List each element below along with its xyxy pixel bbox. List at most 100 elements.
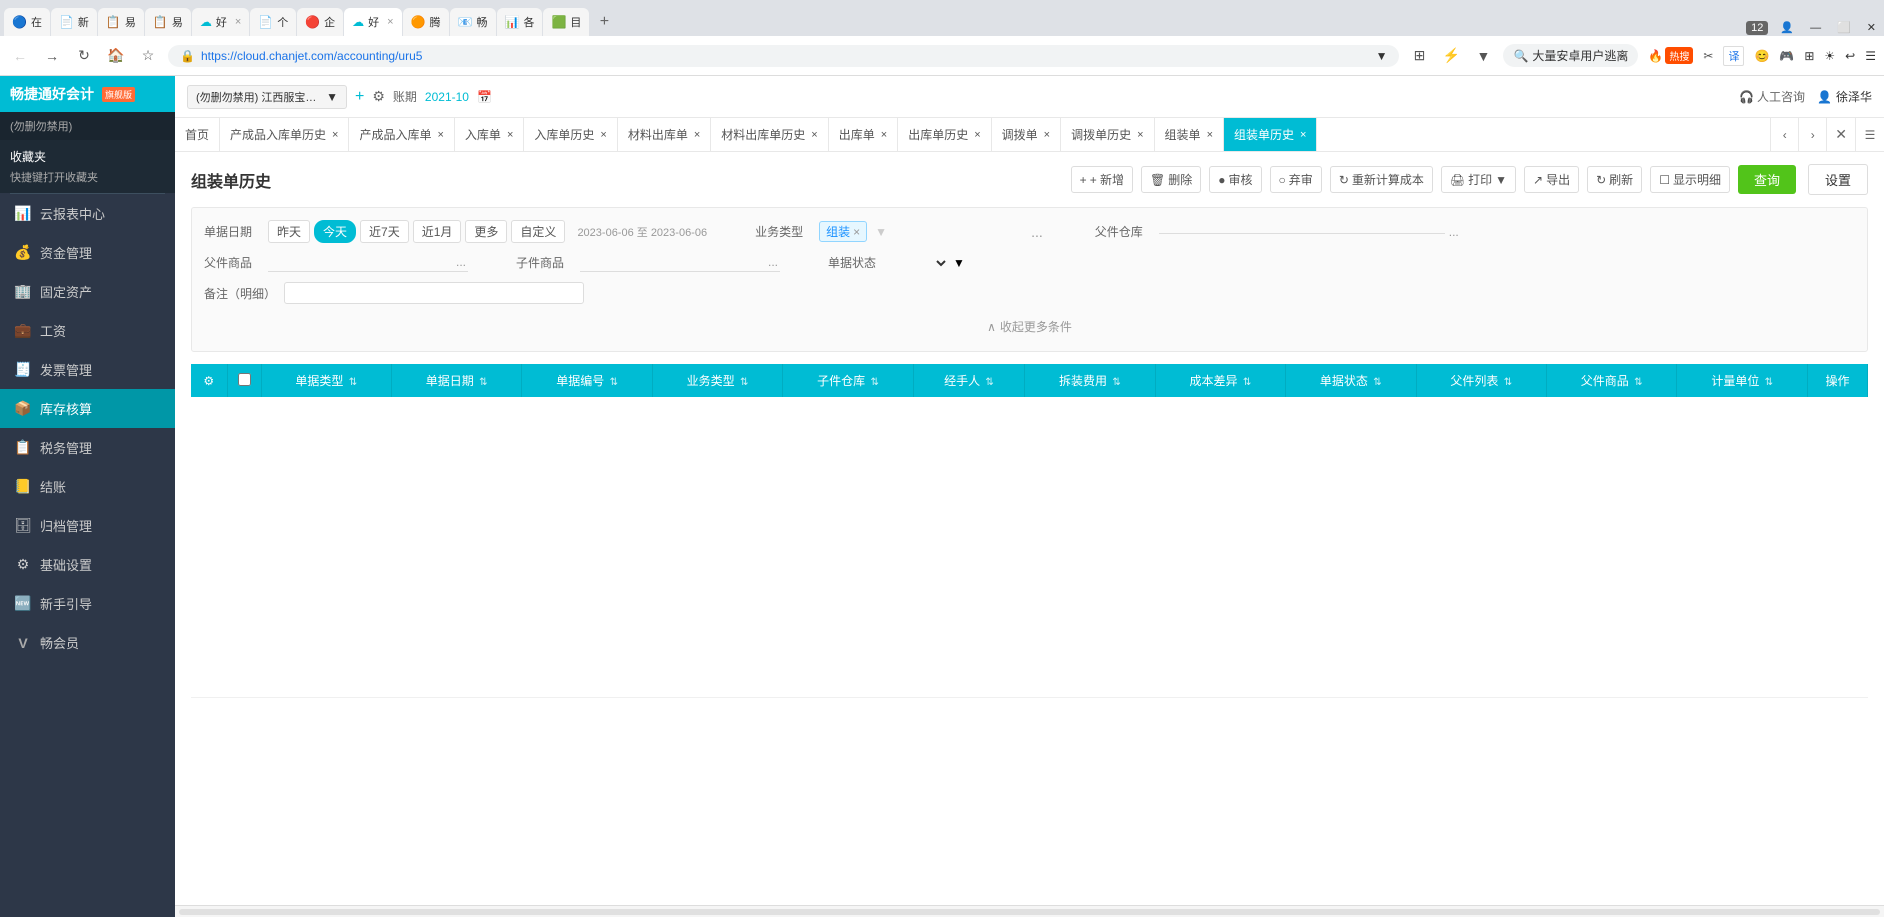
bottom-scrollbar[interactable]	[175, 905, 1884, 917]
close-out-history[interactable]: ×	[974, 129, 980, 141]
menu-icon[interactable]: ☰	[1865, 49, 1876, 63]
browser-tab-8[interactable]: ☁ 好 ×	[344, 8, 401, 36]
reload-button[interactable]: ↻	[72, 44, 96, 68]
browser-tab-12[interactable]: 🟩 目	[543, 8, 589, 36]
translate-icon[interactable]: 译	[1723, 46, 1744, 66]
col-checkbox-header[interactable]	[227, 364, 261, 397]
close-in-history[interactable]: ×	[600, 129, 606, 141]
col-bill-status-header[interactable]: 单据状态 ⇅	[1286, 364, 1416, 397]
abandon-button[interactable]: ○ 弃审	[1270, 166, 1322, 193]
collapse-button[interactable]: ∧ 收起更多条件	[204, 314, 1855, 339]
parent-goods-more-btn[interactable]: ...	[456, 255, 466, 269]
doc-tab-assemble-history[interactable]: 组装单历史 ×	[1224, 118, 1317, 152]
col-parent-list-header[interactable]: 父件列表 ⇅	[1416, 364, 1546, 397]
note-input[interactable]	[284, 282, 584, 304]
favorites-shortcut[interactable]: 快捷键打开收藏夹	[10, 169, 165, 185]
col-unit-header[interactable]: 计量单位 ⇅	[1677, 364, 1808, 397]
select-all-checkbox[interactable]	[238, 373, 251, 386]
date-btn-7days[interactable]: 近7天	[360, 220, 409, 243]
biz-tag-close[interactable]: ×	[853, 225, 860, 239]
scrollbar-track[interactable]	[179, 909, 1880, 915]
biz-dropdown-icon[interactable]: ▼	[875, 225, 887, 239]
browser-tab-5[interactable]: ☁ 好 ×	[192, 8, 249, 36]
delete-button[interactable]: 🗑 删除	[1141, 166, 1201, 193]
layout-icon[interactable]: ⊞	[1804, 49, 1814, 63]
doc-tab-in[interactable]: 入库单 ×	[455, 118, 524, 152]
period-value[interactable]: 2021-10	[425, 90, 469, 104]
browser-tab-10[interactable]: 📧 畅	[450, 8, 496, 36]
date-btn-today[interactable]: 今天	[314, 220, 356, 243]
col-child-warehouse-header[interactable]: 子件仓库 ⇅	[783, 364, 913, 397]
sidebar-item-inventory[interactable]: 📦 库存核算	[0, 389, 175, 428]
hot-search-tag[interactable]: 🔥 热搜	[1648, 47, 1693, 64]
sidebar-item-asset[interactable]: 🏢 固定资产	[0, 272, 175, 311]
doc-tab-out-history[interactable]: 出库单历史 ×	[898, 118, 991, 152]
address-dropdown[interactable]: ▼	[1376, 49, 1388, 63]
settings-button[interactable]: 设置	[1808, 164, 1868, 195]
col-biz-type-header[interactable]: 业务类型 ⇅	[652, 364, 782, 397]
sidebar-item-settings[interactable]: ⚙ 基础设置	[0, 545, 175, 584]
doc-tab-in-history[interactable]: 入库单历史 ×	[524, 118, 617, 152]
date-btn-more[interactable]: 更多	[465, 220, 507, 243]
doc-tab-material-out-history[interactable]: 材料出库单历史 ×	[711, 118, 828, 152]
close-out[interactable]: ×	[881, 129, 887, 141]
sidebar-item-settle[interactable]: 📒 结账	[0, 467, 175, 506]
emoji-icon[interactable]: 😊	[1754, 49, 1769, 63]
refresh-button[interactable]: ↻ 刷新	[1587, 166, 1642, 193]
new-tab-button[interactable]: +	[590, 8, 618, 36]
sidebar-item-member[interactable]: V 畅会员	[0, 623, 175, 662]
close-transfer-history[interactable]: ×	[1137, 129, 1143, 141]
doc-tab-material-out[interactable]: 材料出库单 ×	[618, 118, 711, 152]
close-product-in[interactable]: ×	[437, 129, 443, 141]
close-assemble-history[interactable]: ×	[1300, 129, 1306, 141]
nav-dropdown[interactable]: ▼	[1471, 44, 1495, 68]
tab-menu-button[interactable]: ☰	[1856, 118, 1884, 152]
col-parent-goods-header[interactable]: 父件商品 ⇅	[1546, 364, 1676, 397]
sidebar-item-guide[interactable]: 🆕 新手引导	[0, 584, 175, 623]
tab-close-5[interactable]: ×	[235, 16, 241, 28]
add-button[interactable]: + + 新增	[1071, 166, 1133, 193]
audit-button[interactable]: ● 审核	[1209, 166, 1261, 193]
tab-close-8[interactable]: ×	[387, 16, 393, 28]
browser-tab-1[interactable]: 🔵 在	[4, 8, 50, 36]
doc-tab-home[interactable]: 首页	[175, 118, 220, 152]
query-button[interactable]: 查询	[1738, 165, 1796, 194]
biz-more-btn[interactable]: ...	[1027, 224, 1047, 240]
add-company-button[interactable]: +	[355, 88, 364, 106]
recalculate-button[interactable]: ↻ 重新计算成本	[1330, 166, 1433, 193]
doc-tab-assemble[interactable]: 组装单 ×	[1155, 118, 1224, 152]
col-handler-header[interactable]: 经手人 ⇅	[913, 364, 1025, 397]
browser-tab-2[interactable]: 📄 新	[51, 8, 97, 36]
tab-scroll-right[interactable]: ›	[1799, 118, 1827, 152]
doc-tab-product-in-history[interactable]: 产成品入库单历史 ×	[220, 118, 349, 152]
browser-tab-4[interactable]: 📋 易	[145, 8, 191, 36]
doc-tab-out[interactable]: 出库单 ×	[829, 118, 898, 152]
sidebar-item-report[interactable]: 📊 云报表中心	[0, 194, 175, 233]
child-goods-more-btn[interactable]: ...	[768, 255, 778, 269]
close-product-in-history[interactable]: ×	[332, 129, 338, 141]
home-button[interactable]: 🏠	[104, 44, 128, 68]
history-icon[interactable]: ↩	[1845, 49, 1855, 63]
game-icon[interactable]: 🎮	[1779, 49, 1794, 63]
tab-action-maximize[interactable]: ⬜	[1833, 19, 1855, 36]
sun-icon[interactable]: ☀	[1824, 49, 1835, 63]
tab-action-minimize[interactable]: —	[1806, 20, 1825, 36]
doc-tab-transfer[interactable]: 调拨单 ×	[992, 118, 1061, 152]
col-disassemble-fee-header[interactable]: 拆装费用 ⇅	[1025, 364, 1155, 397]
close-all-tabs[interactable]: ✕	[1827, 118, 1856, 152]
browser-tab-6[interactable]: 📄 个	[250, 8, 296, 36]
browser-tab-11[interactable]: 📊 各	[497, 8, 543, 36]
calendar-icon[interactable]: 📅	[477, 90, 492, 104]
back-button[interactable]: ←	[8, 44, 32, 68]
sidebar-item-tax[interactable]: 📋 税务管理	[0, 428, 175, 467]
browser-tab-3[interactable]: 📋 易	[98, 8, 144, 36]
settings-gear-icon[interactable]: ⚙	[372, 88, 385, 105]
company-selector[interactable]: (勿删勿禁用) 江西服宝测试专用 ▼	[187, 85, 347, 109]
browser-tab-7[interactable]: 🔴 企	[297, 8, 343, 36]
lightning-button[interactable]: ⚡	[1439, 44, 1463, 68]
close-transfer[interactable]: ×	[1044, 129, 1050, 141]
browser-tab-9[interactable]: 🟠 腾	[403, 8, 449, 36]
close-in[interactable]: ×	[507, 129, 513, 141]
bookmark-button[interactable]: ☆	[136, 44, 160, 68]
date-btn-yesterday[interactable]: 昨天	[268, 220, 310, 243]
